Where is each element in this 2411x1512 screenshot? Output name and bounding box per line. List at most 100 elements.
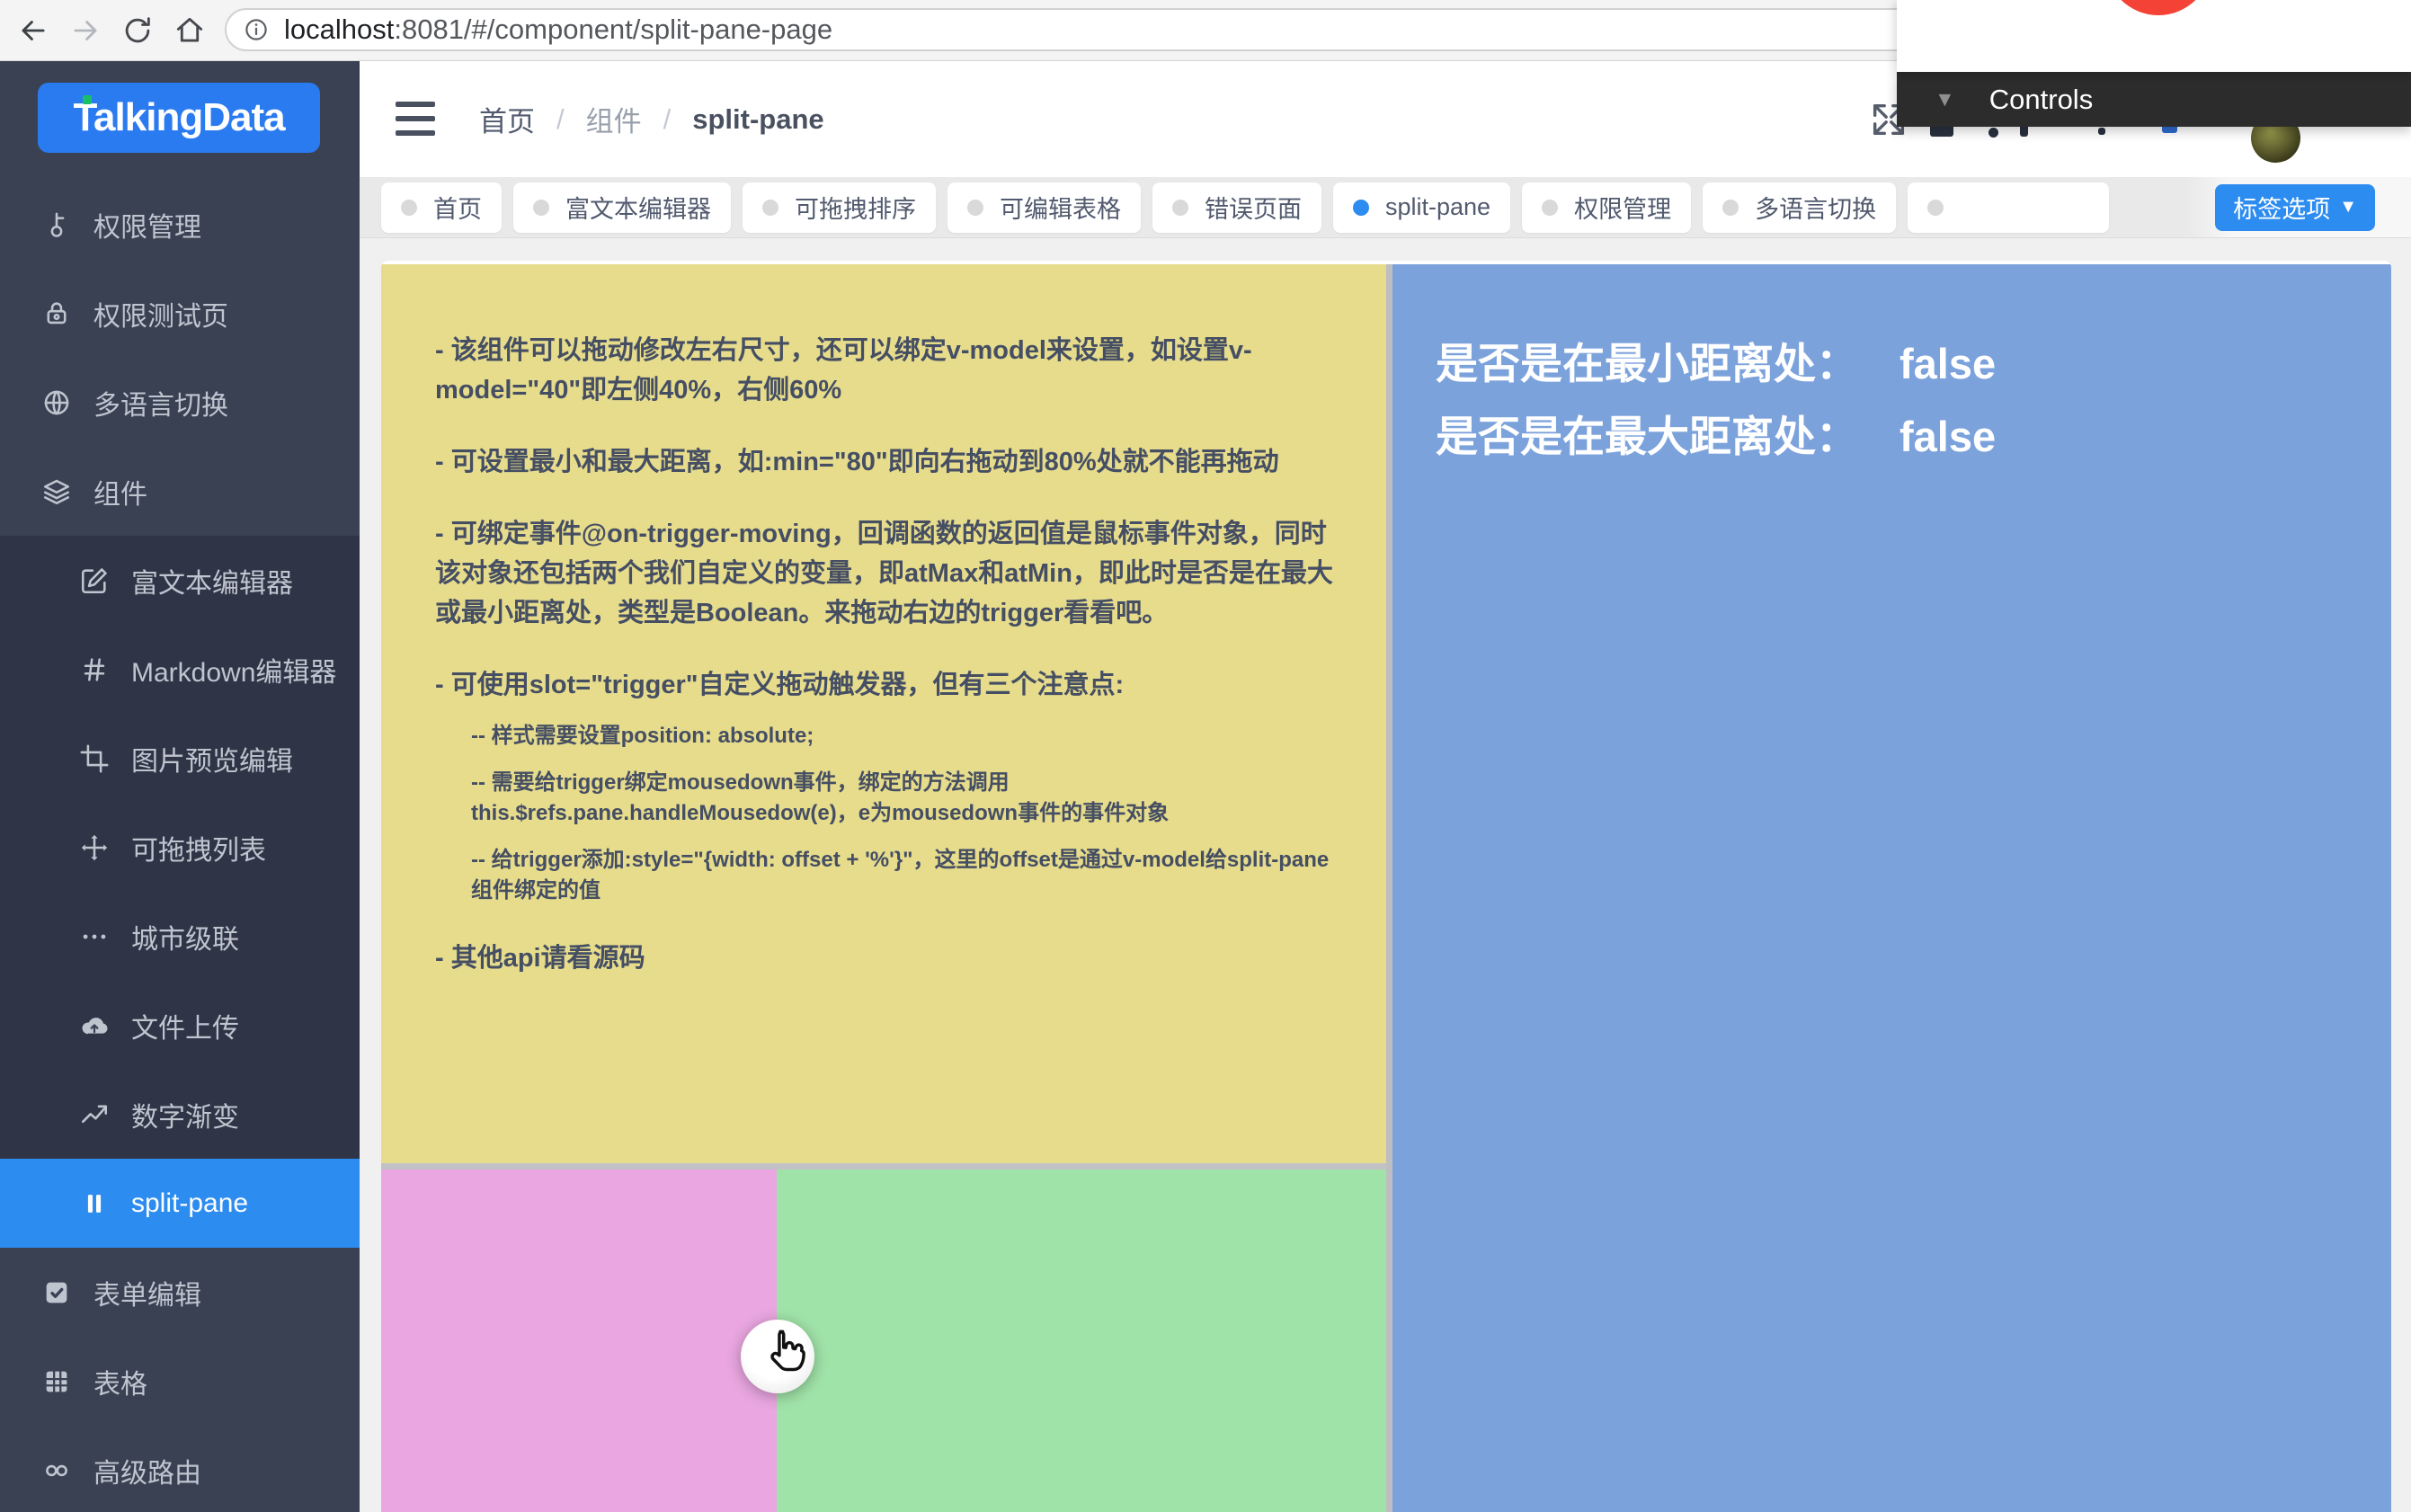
vertical-split-trigger[interactable] bbox=[1386, 264, 1392, 1512]
sidebar-item[interactable]: 表单编辑 bbox=[0, 1248, 360, 1337]
breadcrumb-separator: / bbox=[556, 102, 565, 135]
doc-line: -- 需要给trigger绑定mousedown事件，绑定的方法调用this.$… bbox=[471, 770, 1170, 825]
breadcrumb-item[interactable]: 组件 bbox=[586, 99, 642, 139]
status-value: false bbox=[1899, 413, 1997, 460]
sidebar-item-label: 文件上传 bbox=[131, 1013, 239, 1044]
home-icon[interactable] bbox=[173, 13, 207, 48]
breadcrumb-separator: / bbox=[663, 102, 672, 135]
checkbox-icon bbox=[41, 1277, 72, 1308]
tab-dot bbox=[1722, 199, 1739, 216]
tab-options-button[interactable]: 标签选项 ▼ bbox=[2215, 183, 2375, 231]
doc-line: - 可使用slot="trigger"自定义拖动触发器，但有三个注意点: bbox=[435, 671, 1125, 699]
refresh-icon[interactable] bbox=[120, 13, 155, 48]
layers-icon bbox=[41, 476, 72, 507]
doc-line: - 可绑定事件@on-trigger-moving，回调函数的返回值是鼠标事件对… bbox=[435, 520, 1333, 627]
doc-line: - 该组件可以拖动修改左右尺寸，还可以绑定v-model来设置，如设置v-mod… bbox=[435, 336, 1252, 405]
controls-overlay-canvas bbox=[1897, 0, 2411, 72]
tab[interactable]: 富文本编辑器 × bbox=[513, 182, 731, 233]
open-tabs-bar: 首页 × 富文本编辑器 × 可拖拽排序 × 可编辑表格 × 错误页面 bbox=[360, 177, 2411, 238]
sidebar-item-label: 可拖拽列表 bbox=[131, 835, 266, 866]
tab[interactable]: × bbox=[1908, 182, 2110, 233]
header-icon-fragment bbox=[2098, 128, 2105, 135]
ellipsis-icon bbox=[79, 921, 110, 952]
sidebar-item[interactable]: 文件上传 bbox=[0, 981, 360, 1070]
app-logo[interactable]: TalkingData bbox=[38, 83, 320, 153]
header-icon-fragment bbox=[1988, 128, 1998, 138]
status-pane: 是否是在最小距离处： false 是否是在最大距离处： false bbox=[1392, 264, 2391, 1512]
logo-accent-dot bbox=[83, 95, 92, 104]
tab[interactable]: 首页 × bbox=[381, 182, 502, 233]
sidebar-item[interactable]: 权限测试页 bbox=[0, 269, 360, 358]
lock-icon bbox=[41, 298, 72, 329]
tab-label: 富文本编辑器 bbox=[565, 196, 711, 223]
red-circle bbox=[2105, 0, 2211, 15]
tab[interactable]: 权限管理 × bbox=[1522, 182, 1692, 233]
bottom-right-pane bbox=[777, 1170, 1386, 1512]
controls-panel-header[interactable]: ▼ Controls bbox=[1897, 72, 2411, 127]
sidebar-item[interactable]: Markdown编辑器 bbox=[0, 625, 360, 714]
status-value: false bbox=[1899, 340, 1997, 387]
caret-down-icon: ▼ bbox=[2339, 197, 2357, 217]
tab[interactable]: 可编辑表格 × bbox=[947, 182, 1141, 233]
controls-overlay: ▼ Controls bbox=[1897, 0, 2411, 127]
sidebar-item[interactable]: 富文本编辑器 bbox=[0, 536, 360, 625]
sidebar-item[interactable]: 图片预览编辑 bbox=[0, 714, 360, 803]
tab[interactable]: 可拖拽排序 × bbox=[743, 182, 936, 233]
custom-drag-trigger[interactable] bbox=[741, 1320, 814, 1393]
tab-dot bbox=[401, 199, 417, 216]
sidebar-item[interactable]: 可拖拽列表 bbox=[0, 803, 360, 892]
edit-icon bbox=[79, 565, 110, 596]
sidebar-item[interactable]: 权限管理 bbox=[0, 180, 360, 269]
sidebar-item-label: 权限测试页 bbox=[93, 301, 228, 332]
sidebar-item[interactable]: 组件 bbox=[0, 447, 360, 536]
sidebar-item-label: 图片预览编辑 bbox=[131, 746, 293, 777]
tab-dot bbox=[533, 199, 549, 216]
controls-panel-label: Controls bbox=[1988, 83, 2094, 115]
status-line: 是否是在最小距离处： false bbox=[1436, 327, 2391, 400]
doc-pane: - 该组件可以拖动修改左右尺寸，还可以绑定v-model来设置，如设置v-mod… bbox=[381, 264, 1386, 1163]
tab-options-panel: 标签选项 ▼ bbox=[2186, 177, 2411, 237]
cloud-upload-icon bbox=[79, 1010, 110, 1041]
status-line: 是否是在最大距离处： false bbox=[1436, 400, 2391, 473]
sidebar-item[interactable]: 表格 bbox=[0, 1337, 360, 1426]
tab-dot bbox=[1353, 199, 1369, 216]
table-icon bbox=[41, 1366, 72, 1397]
sidebar-item[interactable]: 高级路由 bbox=[0, 1426, 360, 1512]
breadcrumb-item[interactable]: 首页 bbox=[479, 99, 535, 139]
url-text: localhost:8081/#/component/split-pane-pa… bbox=[284, 13, 833, 45]
status-label: 是否是在最小距离处： bbox=[1436, 340, 1858, 387]
sidebar-item[interactable]: 数字渐变 bbox=[0, 1070, 360, 1159]
sidebar-collapse-button[interactable] bbox=[396, 102, 435, 136]
pause-icon bbox=[79, 1188, 110, 1219]
breadcrumb-item[interactable]: split-pane bbox=[692, 103, 823, 136]
key-icon bbox=[41, 209, 72, 240]
sidebar-menu: 权限管理 权限测试页 多语言切换 组件 富文本编辑器 Markdown编辑器 图… bbox=[0, 180, 360, 1512]
back-icon[interactable] bbox=[16, 13, 50, 48]
sidebar-item-label: 数字渐变 bbox=[131, 1102, 239, 1133]
bottom-left-pane bbox=[381, 1170, 777, 1512]
horizontal-split-trigger[interactable] bbox=[381, 1163, 1386, 1170]
sidebar-item[interactable]: 多语言切换 bbox=[0, 358, 360, 447]
caret-down-icon: ▼ bbox=[1935, 87, 1955, 111]
sidebar-item-label: 组件 bbox=[93, 479, 147, 510]
tab[interactable]: 错误页面 × bbox=[1152, 182, 1321, 233]
tab-label: 可编辑表格 bbox=[1000, 196, 1121, 223]
sidebar: TalkingData 权限管理 权限测试页 多语言切换 组件 富文本编辑器 M… bbox=[0, 61, 360, 1512]
sidebar-item-label: 权限管理 bbox=[93, 212, 201, 243]
logo-text: TalkingData bbox=[73, 95, 285, 139]
tab[interactable]: 多语言切换 × bbox=[1703, 182, 1897, 233]
forward-icon[interactable] bbox=[68, 13, 102, 48]
doc-line: -- 给trigger添加:style="{width: offset + '%… bbox=[471, 848, 1330, 903]
tab[interactable]: split-pane × bbox=[1333, 182, 1511, 233]
sidebar-item-label: 城市级联 bbox=[131, 924, 239, 955]
info-icon[interactable] bbox=[243, 16, 270, 43]
sidebar-item-label: 高级路由 bbox=[93, 1458, 201, 1489]
tab-label: split-pane bbox=[1385, 193, 1491, 220]
sidebar-item-label: split-pane bbox=[131, 1187, 249, 1218]
sidebar-item[interactable]: 城市级联 bbox=[0, 892, 360, 981]
tab-dot bbox=[1927, 199, 1944, 216]
sidebar-item[interactable]: split-pane bbox=[0, 1159, 360, 1248]
doc-text: - 该组件可以拖动修改左右尺寸，还可以绑定v-model来设置，如设置v-mod… bbox=[381, 264, 1386, 978]
screenshot-root: localhost:8081/#/component/split-pane-pa… bbox=[0, 0, 2411, 1512]
tab-dot bbox=[1172, 199, 1188, 216]
